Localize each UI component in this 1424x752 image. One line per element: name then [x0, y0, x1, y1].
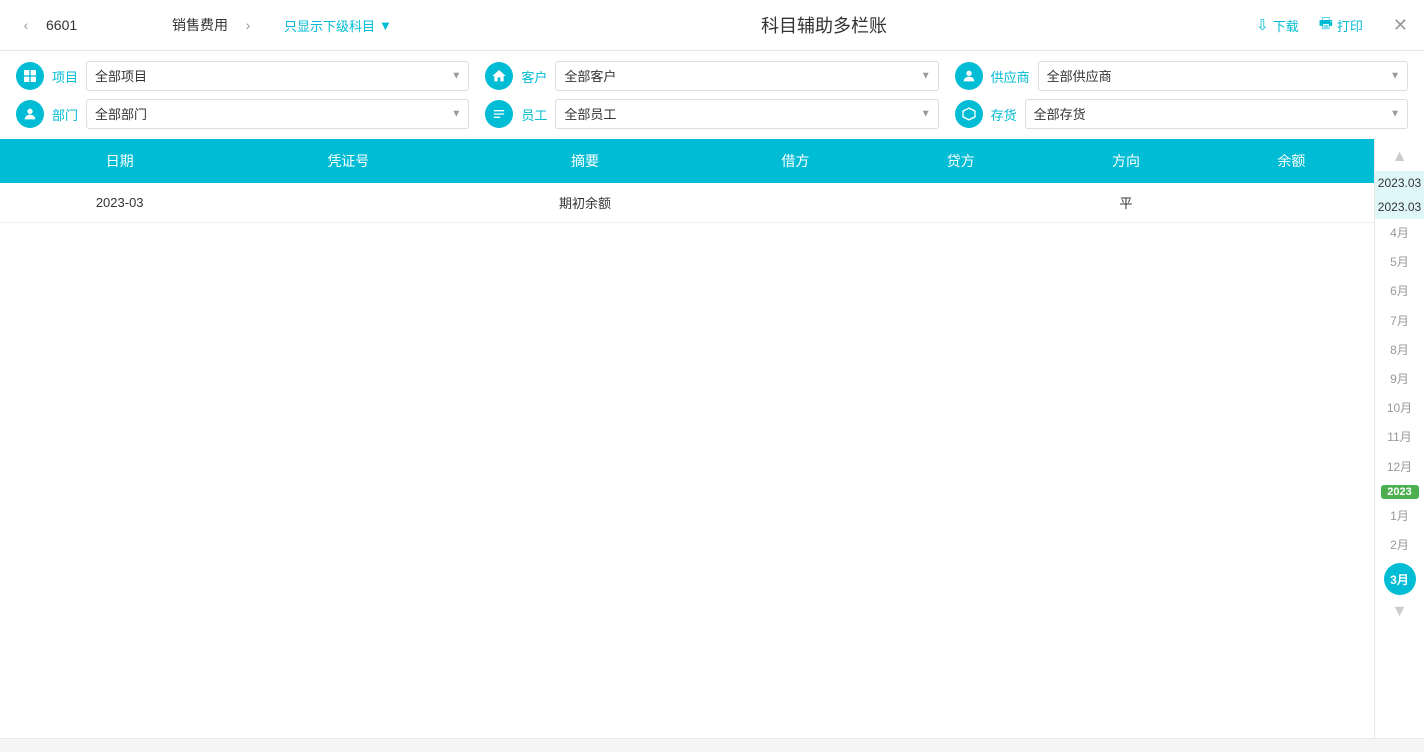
project-select[interactable]: 全部项目 [86, 61, 469, 91]
inventory-select[interactable]: 全部存货 [1025, 99, 1408, 129]
col-direction: 方向 [1043, 139, 1208, 183]
filter-customer: 客户 全部客户 ▼ [485, 61, 938, 91]
customer-select-wrapper: 全部客户 ▼ [555, 61, 938, 91]
col-date: 日期 [0, 139, 239, 183]
top-bar: ‹ 销售费用 › 只显示下级科目 ▼ 科目辅助多栏账 ⇩ 下载 🖶 打印 ✕ [0, 0, 1424, 51]
sidebar-month-2023-03-first[interactable]: 2023.03 [1375, 171, 1424, 195]
cell-date: 2023-03 [0, 183, 239, 223]
cell-summary: 期初余额 [457, 183, 713, 223]
sidebar-month-4[interactable]: 4月 [1375, 219, 1424, 248]
download-icon: ⇩ [1256, 16, 1269, 34]
filter-inventory: 存货 全部存货 ▼ [955, 99, 1408, 129]
cell-voucher [239, 183, 457, 223]
col-summary: 摘要 [457, 139, 713, 183]
sidebar-month-2023-03-second[interactable]: 2023.03 [1375, 195, 1424, 219]
cell-balance [1209, 183, 1374, 223]
department-select-wrapper: 全部部门 ▼ [86, 99, 469, 129]
download-label: 下载 [1273, 16, 1299, 35]
show-sub-button[interactable]: 只显示下级科目 ▼ [284, 16, 392, 35]
sidebar-nav-down-button[interactable]: ▼ [1382, 598, 1418, 626]
cell-credit [878, 183, 1043, 223]
sidebar-nav-up-button[interactable]: ▲ [1382, 143, 1418, 171]
department-icon [16, 100, 44, 128]
horizontal-scrollbar[interactable] [0, 738, 1424, 752]
supplier-select[interactable]: 全部供应商 [1038, 61, 1408, 91]
page-title: 科目辅助多栏账 [402, 12, 1246, 38]
account-name-label: 销售费用 [172, 15, 228, 35]
print-label: 打印 [1337, 16, 1363, 35]
inventory-label: 存货 [991, 105, 1017, 124]
customer-label: 客户 [521, 67, 547, 86]
download-button[interactable]: ⇩ 下载 [1256, 16, 1299, 35]
sidebar-month-11[interactable]: 11月 [1375, 423, 1424, 452]
table-row: 2023-03 期初余额 平 [0, 183, 1374, 223]
filter-department: 部门 全部部门 ▼ [16, 99, 469, 129]
sidebar-year-label: 2023 [1381, 485, 1419, 499]
inventory-select-wrapper: 全部存货 ▼ [1025, 99, 1408, 129]
filter-area: 项目 全部项目 ▼ 客户 全部客户 ▼ 供应 [0, 51, 1424, 139]
col-voucher: 凭证号 [239, 139, 457, 183]
main-table: 日期 凭证号 摘要 借方 贷方 方向 余额 2023-03 期初余额 [0, 139, 1374, 223]
prev-account-button[interactable]: ‹ [16, 15, 36, 35]
filter-supplier: 供应商 全部供应商 ▼ [955, 61, 1408, 91]
content-wrapper: 日期 凭证号 摘要 借方 贷方 方向 余额 2023-03 期初余额 [0, 139, 1424, 738]
col-balance: 余额 [1209, 139, 1374, 183]
cell-direction: 平 [1043, 183, 1208, 223]
employee-select[interactable]: 全部员工 [555, 99, 938, 129]
toolbar-right: ⇩ 下载 🖶 打印 ✕ [1256, 13, 1408, 38]
filter-employee: 员工 全部员工 ▼ [485, 99, 938, 129]
department-select[interactable]: 全部部门 [86, 99, 469, 129]
sidebar-month-5[interactable]: 5月 [1375, 248, 1424, 277]
table-header-row: 日期 凭证号 摘要 借方 贷方 方向 余额 [0, 139, 1374, 183]
show-sub-label: 只显示下级科目 [284, 16, 375, 35]
account-code-input[interactable] [46, 17, 166, 33]
sidebar-month-feb[interactable]: 2月 [1375, 531, 1424, 560]
filter-project: 项目 全部项目 ▼ [16, 61, 469, 91]
sidebar-month-12[interactable]: 12月 [1375, 453, 1424, 482]
close-button[interactable]: ✕ [1393, 15, 1408, 36]
sidebar-month-8[interactable]: 8月 [1375, 336, 1424, 365]
print-icon: 🖶 [1319, 13, 1333, 38]
cell-debit [713, 183, 878, 223]
show-sub-arrow-icon: ▼ [379, 18, 392, 33]
sidebar-month-mar-active[interactable]: 3月 [1384, 563, 1416, 595]
table-area[interactable]: 日期 凭证号 摘要 借方 贷方 方向 余额 2023-03 期初余额 [0, 139, 1374, 738]
supplier-select-wrapper: 全部供应商 ▼ [1038, 61, 1408, 91]
customer-icon [485, 62, 513, 90]
sidebar-month-10[interactable]: 10月 [1375, 394, 1424, 423]
account-code: 销售费用 [46, 15, 228, 35]
sidebar-month-9[interactable]: 9月 [1375, 365, 1424, 394]
employee-label: 员工 [521, 105, 547, 124]
col-credit: 贷方 [878, 139, 1043, 183]
employee-select-wrapper: 全部员工 ▼ [555, 99, 938, 129]
print-button[interactable]: 🖶 打印 [1319, 13, 1363, 38]
supplier-icon [955, 62, 983, 90]
project-select-wrapper: 全部项目 ▼ [86, 61, 469, 91]
inventory-icon [955, 100, 983, 128]
sidebar-month-jan[interactable]: 1月 [1375, 502, 1424, 531]
app-container: ‹ 销售费用 › 只显示下级科目 ▼ 科目辅助多栏账 ⇩ 下载 🖶 打印 ✕ [0, 0, 1424, 752]
employee-icon [485, 100, 513, 128]
project-label: 项目 [52, 67, 78, 86]
right-sidebar: ▲ 2023.03 2023.03 4月 5月 6月 7月 8月 9月 10月 … [1374, 139, 1424, 738]
project-icon [16, 62, 44, 90]
sidebar-month-6[interactable]: 6月 [1375, 277, 1424, 306]
customer-select[interactable]: 全部客户 [555, 61, 938, 91]
sidebar-month-7[interactable]: 7月 [1375, 307, 1424, 336]
next-account-button[interactable]: › [238, 15, 258, 35]
col-debit: 借方 [713, 139, 878, 183]
department-label: 部门 [52, 105, 78, 124]
supplier-label: 供应商 [991, 67, 1030, 86]
